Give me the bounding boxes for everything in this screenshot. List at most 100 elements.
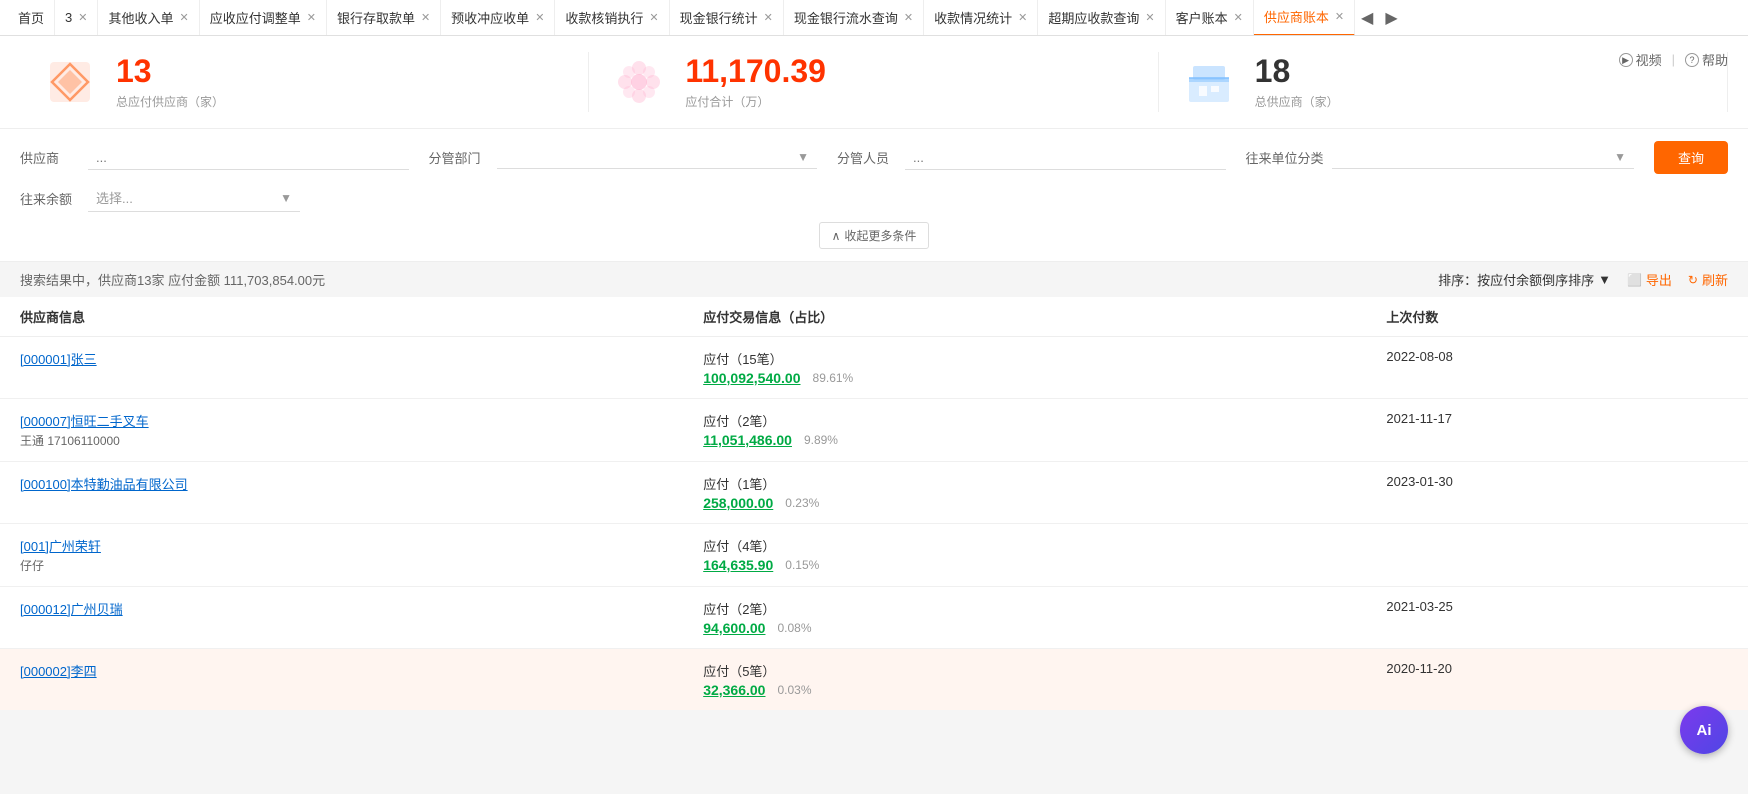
video-link[interactable]: ▶ 视频 xyxy=(1619,50,1662,69)
top-navigation: 首页 3 ✕ 其他收入单 ✕ 应收应付调整单 ✕ 银行存取款单 ✕ 预收冲应收单… xyxy=(0,0,1748,36)
filter-row-1: 供应商 分管部门 ▼ 分管人员 往来单位分类 ▼ 查询 xyxy=(20,141,1728,174)
nav-tab-supplier-book[interactable]: 供应商账本 ✕ xyxy=(1254,0,1355,36)
results-right: 排序：按应付余额倒序排序 ▼ ⬜ 导出 ↻ 刷新 xyxy=(1438,270,1728,289)
supplier-filter-input[interactable] xyxy=(88,146,409,170)
data-table: 供应商信息 应付交易信息（占比） 上次付数 [000001]张三 应付（15笔）… xyxy=(0,297,1748,710)
nav-tab-bank-deposit[interactable]: 银行存取款单 ✕ xyxy=(327,0,441,36)
nav-tab-ar-ap-adjust-label: 应收应付调整单 xyxy=(210,8,301,27)
help-link[interactable]: ? 帮助 xyxy=(1685,50,1728,69)
help-circle-icon: ? xyxy=(1685,53,1699,67)
nav-tab-home-label: 首页 xyxy=(18,8,44,27)
nav-tab-pre-receipt[interactable]: 预收冲应收单 ✕ xyxy=(441,0,555,36)
nav-tab-ar-ap-adjust-close[interactable]: ✕ xyxy=(307,11,316,24)
sort-button[interactable]: 排序：按应付余额倒序排序 ▼ xyxy=(1438,270,1611,289)
stats-header: 13 总应付供应商（家） 11,170.39 应付合计（万） xyxy=(0,36,1748,129)
sort-arrow-icon: ▼ xyxy=(1598,272,1611,287)
nav-tab-3[interactable]: 3 ✕ xyxy=(55,0,98,36)
balance-filter-select[interactable]: 选择... ▼ xyxy=(88,184,300,212)
supplier-link-1[interactable]: [000001]张三 xyxy=(20,349,703,368)
nav-tab-pre-receipt-close[interactable]: ✕ xyxy=(535,11,544,24)
last-pay-6: 2020-11-20 xyxy=(1386,661,1728,676)
balance-dropdown-arrow-icon: ▼ xyxy=(280,191,292,205)
query-button[interactable]: 查询 xyxy=(1654,141,1728,174)
nav-tab-cash-flow[interactable]: 现金银行流水查询 ✕ xyxy=(784,0,924,36)
ai-label: Ai xyxy=(1697,722,1712,739)
supplier-info-1: [000001]张三 xyxy=(20,349,703,368)
nav-tab-other-income[interactable]: 其他收入单 ✕ xyxy=(98,0,199,36)
dept-dropdown-arrow-icon: ▼ xyxy=(797,150,809,164)
last-pay-date-5: 2021-03-25 xyxy=(1386,599,1453,614)
nav-next-arrow[interactable]: ▶ xyxy=(1379,8,1403,28)
shop-icon xyxy=(1179,52,1239,112)
nav-tab-overdue-ar[interactable]: 超期应收款查询 ✕ xyxy=(1038,0,1165,36)
nav-tab-cash-bank-stat-label: 现金银行统计 xyxy=(680,8,758,27)
nav-tab-receipt-verify[interactable]: 收款核销执行 ✕ xyxy=(555,0,669,36)
nav-tab-receipt-verify-close[interactable]: ✕ xyxy=(649,11,658,24)
nav-tab-customer-book-close[interactable]: ✕ xyxy=(1234,11,1243,24)
supplier-link-5[interactable]: [000012]广州贝瑞 xyxy=(20,599,703,618)
transaction-info-6: 应付（5笔） 32,366.00 0.03% xyxy=(703,661,1386,698)
divider: | xyxy=(1672,52,1675,67)
nav-tab-cash-bank-stat-close[interactable]: ✕ xyxy=(764,11,773,24)
nav-tab-cash-flow-close[interactable]: ✕ xyxy=(904,11,913,24)
header-top-right: ▶ 视频 | ? 帮助 xyxy=(1619,50,1728,69)
collapse-label: 收起更多条件 xyxy=(844,227,916,244)
collapse-icon: ∧ xyxy=(832,229,841,243)
transaction-info-3: 应付（1笔） 258,000.00 0.23% xyxy=(703,474,1386,511)
filter-area: 供应商 分管部门 ▼ 分管人员 往来单位分类 ▼ 查询 往来余额 选择 xyxy=(0,129,1748,262)
supplier-link-2[interactable]: [000007]恒旺二手叉车 xyxy=(20,411,703,430)
supplier-link-6[interactable]: [000002]李四 xyxy=(20,661,703,680)
collapse-button[interactable]: ∧ 收起更多条件 xyxy=(819,222,930,249)
last-pay-date-1: 2022-08-08 xyxy=(1386,349,1453,364)
stat-label-suppliers-payable: 总应付供应商（家） xyxy=(116,93,224,110)
nav-tab-other-income-close[interactable]: ✕ xyxy=(179,11,188,24)
nav-tab-receipt-stat-close[interactable]: ✕ xyxy=(1018,11,1027,24)
supplier-link-3[interactable]: [000100]本特勤油品有限公司 xyxy=(20,474,703,493)
transaction-percent-2: 9.89% xyxy=(804,433,838,447)
table-row: [001]广州荣轩 仔仔 应付（4笔） 164,635.90 0.15% xyxy=(0,524,1748,587)
nav-tab-ar-ap-adjust[interactable]: 应收应付调整单 ✕ xyxy=(200,0,327,36)
nav-tab-other-income-label: 其他收入单 xyxy=(108,8,173,27)
refresh-button[interactable]: ↻ 刷新 xyxy=(1688,270,1728,289)
transaction-count-6: 应付（5笔） xyxy=(703,661,1386,680)
col-header-transaction: 应付交易信息（占比） xyxy=(703,307,1386,326)
table-header: 供应商信息 应付交易信息（占比） 上次付数 xyxy=(0,297,1748,337)
export-button[interactable]: ⬜ 导出 xyxy=(1627,270,1672,289)
category-filter-select[interactable]: ▼ xyxy=(1332,146,1634,169)
nav-tab-home[interactable]: 首页 xyxy=(8,0,55,36)
balance-filter-text: 选择... xyxy=(96,188,133,207)
stat-info-suppliers-payable: 13 总应付供应商（家） xyxy=(116,54,224,110)
nav-tab-3-label: 3 xyxy=(65,10,72,25)
supplier-link-4[interactable]: [001]广州荣轩 xyxy=(20,536,703,555)
nav-prev-arrow[interactable]: ◀ xyxy=(1355,8,1379,28)
nav-tab-3-close[interactable]: ✕ xyxy=(78,11,87,24)
transaction-percent-1: 89.61% xyxy=(813,371,854,385)
results-text: 搜索结果中，供应商13家 应付金额 111,703,854.00元 xyxy=(20,270,325,289)
nav-tab-cash-bank-stat[interactable]: 现金银行统计 ✕ xyxy=(670,0,784,36)
transaction-amount-4[interactable]: 164,635.90 xyxy=(703,557,773,573)
transaction-amount-6[interactable]: 32,366.00 xyxy=(703,682,765,698)
transaction-amount-2[interactable]: 11,051,486.00 xyxy=(703,432,792,448)
nav-tab-overdue-ar-close[interactable]: ✕ xyxy=(1145,11,1154,24)
last-pay-date-6: 2020-11-20 xyxy=(1386,661,1452,676)
stat-label-total-suppliers: 总供应商（家） xyxy=(1255,93,1339,110)
transaction-count-1: 应付（15笔） xyxy=(703,349,1386,368)
person-filter-input[interactable] xyxy=(905,146,1226,170)
category-dropdown-arrow-icon: ▼ xyxy=(1614,150,1626,164)
flower-icon xyxy=(609,52,669,112)
transaction-amount-1[interactable]: 100,092,540.00 xyxy=(703,370,800,386)
nav-tab-supplier-book-close[interactable]: ✕ xyxy=(1335,10,1344,23)
table-row: [000012]广州贝瑞 应付（2笔） 94,600.00 0.08% 2021… xyxy=(0,587,1748,649)
dept-filter-select[interactable]: ▼ xyxy=(497,146,818,169)
transaction-amount-5[interactable]: 94,600.00 xyxy=(703,620,765,636)
nav-tab-customer-book[interactable]: 客户账本 ✕ xyxy=(1166,0,1254,36)
sort-label: 排序：按应付余额倒序排序 xyxy=(1438,270,1594,289)
nav-tab-supplier-book-label: 供应商账本 xyxy=(1264,7,1329,26)
stat-block-ap-total: 11,170.39 应付合计（万） xyxy=(589,52,1158,112)
nav-tab-overdue-ar-label: 超期应收款查询 xyxy=(1048,8,1139,27)
transaction-amount-3[interactable]: 258,000.00 xyxy=(703,495,773,511)
ai-assistant-button[interactable]: Ai xyxy=(1680,706,1728,754)
nav-tab-bank-deposit-close[interactable]: ✕ xyxy=(421,11,430,24)
category-filter-label: 往来单位分类 xyxy=(1246,148,1324,167)
nav-tab-receipt-stat[interactable]: 收款情况统计 ✕ xyxy=(924,0,1038,36)
